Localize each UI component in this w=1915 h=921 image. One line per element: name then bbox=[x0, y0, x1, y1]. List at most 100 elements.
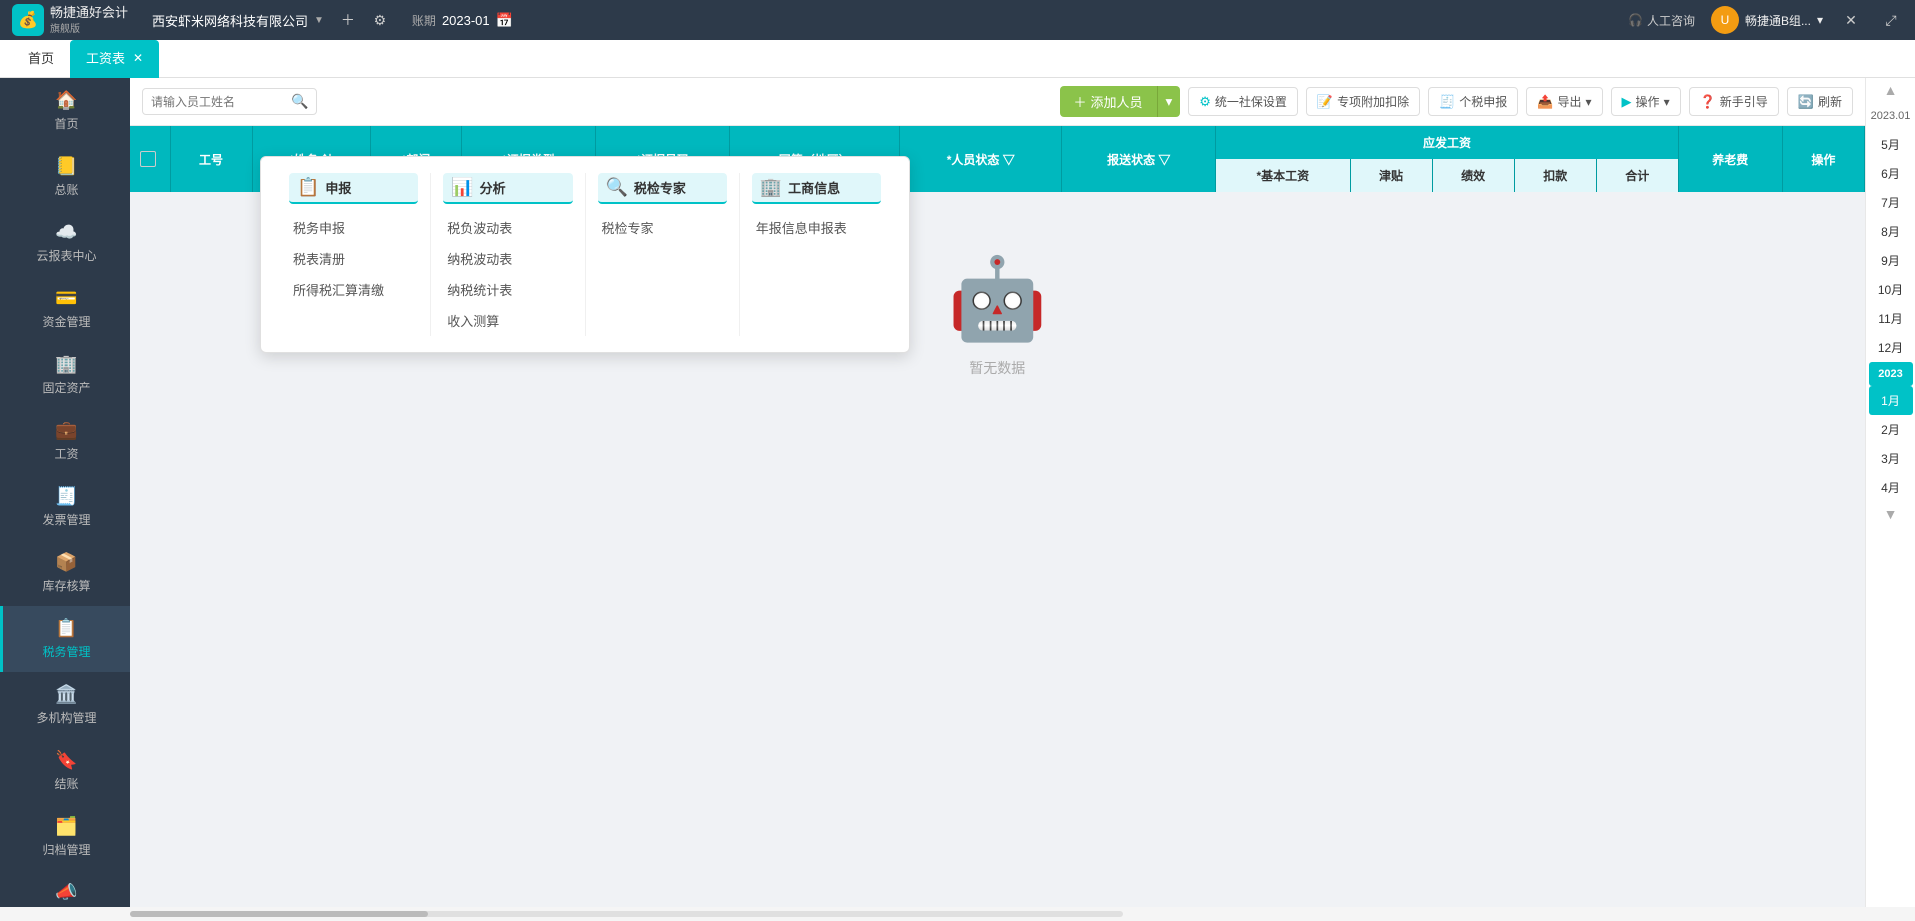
sidebar-item-tax[interactable]: 📋 税务管理 bbox=[0, 606, 130, 672]
menu-item-income-estimate[interactable]: 收入测算 bbox=[443, 305, 572, 336]
top-bar-right: 🎧 人工咨询 U 畅捷通B组... ▾ ✕ ⤢ bbox=[1628, 6, 1903, 34]
sidebar-item-close[interactable]: 🔖 结账 bbox=[0, 738, 130, 804]
cal-month-8[interactable]: 8月 bbox=[1869, 217, 1913, 246]
sidebar-label-home: 首页 bbox=[54, 115, 78, 132]
search-wrap[interactable]: 🔍 bbox=[142, 88, 317, 115]
tab-bar: 首页 工资表 ✕ bbox=[0, 40, 1915, 78]
sidebar-item-fund[interactable]: 💳 资金管理 bbox=[0, 276, 130, 342]
cal-nav-up[interactable]: ▲ bbox=[1879, 78, 1903, 102]
guide-button[interactable]: ❓ 新手引导 bbox=[1689, 87, 1779, 116]
sidebar-item-salary[interactable]: 💼 工资 bbox=[0, 408, 130, 474]
col-operation: 操作 bbox=[1782, 126, 1864, 192]
business-header-icon: 🏢 bbox=[760, 177, 782, 198]
operation-button[interactable]: ▶ 操作 ▾ bbox=[1611, 87, 1681, 116]
search-input[interactable] bbox=[151, 95, 291, 109]
cal-month-10[interactable]: 10月 bbox=[1869, 275, 1913, 304]
special-deduction-icon: 📝 bbox=[1317, 94, 1333, 110]
sidebar-item-cloud[interactable]: ☁️ 云报表中心 bbox=[0, 210, 130, 276]
cal-month-2[interactable]: 2月 bbox=[1869, 415, 1913, 444]
close-icon[interactable]: ✕ bbox=[1839, 8, 1863, 32]
sidebar-item-asset[interactable]: 🏢 固定资产 bbox=[0, 342, 130, 408]
cal-nav-down[interactable]: ▼ bbox=[1879, 502, 1903, 526]
social-insurance-button[interactable]: ⚙ 统一社保设置 bbox=[1188, 87, 1298, 116]
search-icon: 🔍 bbox=[291, 93, 308, 110]
menu-item-tax-fluctuation[interactable]: 纳税波动表 bbox=[443, 243, 572, 274]
calendar-icon[interactable]: 📅 bbox=[496, 12, 513, 29]
cal-month-6[interactable]: 6月 bbox=[1869, 159, 1913, 188]
cal-month-1[interactable]: 1月 bbox=[1869, 386, 1913, 415]
menu-item-annual-report[interactable]: 年报信息申报表 bbox=[752, 212, 881, 243]
multi-icon: 🏛️ bbox=[55, 684, 77, 705]
refresh-button[interactable]: 🔄 刷新 bbox=[1787, 87, 1853, 116]
menu-item-tax-report[interactable]: 税务申报 bbox=[289, 212, 418, 243]
sidebar-item-ledger[interactable]: 📒 总账 bbox=[0, 144, 130, 210]
company-name: 西安虾米网络科技有限公司 bbox=[152, 11, 308, 30]
operation-label: 操作 bbox=[1636, 93, 1660, 110]
settings-icon[interactable]: ⚙ bbox=[368, 8, 392, 32]
horizontal-scrollbar[interactable] bbox=[130, 911, 1123, 917]
check-all-box[interactable] bbox=[140, 151, 156, 167]
cal-month-11[interactable]: 11月 bbox=[1869, 304, 1913, 333]
company-chevron-icon: ▼ bbox=[314, 15, 324, 26]
menu-item-tax-table[interactable]: 税表清册 bbox=[289, 243, 418, 274]
service-button[interactable]: 🎧 人工咨询 bbox=[1628, 12, 1695, 29]
sidebar-label-fund: 资金管理 bbox=[42, 313, 90, 330]
archive-icon: 🗂️ bbox=[55, 816, 77, 837]
cal-month-5[interactable]: 5月 bbox=[1869, 130, 1913, 159]
operation-icon: ▶ bbox=[1622, 94, 1632, 110]
menu-item-expert[interactable]: 税检专家 bbox=[598, 212, 727, 243]
expand-icon[interactable]: ⤢ bbox=[1879, 8, 1903, 32]
business-header-label: 工商信息 bbox=[788, 178, 840, 197]
logo-icon: 💰 bbox=[12, 4, 44, 36]
asset-icon: 🏢 bbox=[55, 354, 77, 375]
cal-month-3[interactable]: 3月 bbox=[1869, 444, 1913, 473]
social-insurance-label: 统一社保设置 bbox=[1215, 93, 1287, 110]
tax-icon: 📋 bbox=[55, 618, 77, 639]
add-person-label: 添加人员 bbox=[1091, 92, 1143, 111]
sidebar-item-archive[interactable]: 🗂️ 归档管理 bbox=[0, 804, 130, 870]
app-name: 畅捷通好会计 bbox=[50, 5, 128, 21]
user-area[interactable]: U 畅捷通B组... ▾ bbox=[1711, 6, 1823, 34]
ledger-icon: 📒 bbox=[55, 156, 77, 177]
add-icon[interactable]: ＋ bbox=[336, 8, 360, 32]
tax-report-button[interactable]: 🧾 个税申报 bbox=[1428, 87, 1518, 116]
sidebar-item-invoice[interactable]: 🧾 发票管理 bbox=[0, 474, 130, 540]
analysis-header-icon: 📊 bbox=[451, 177, 473, 198]
add-person-button[interactable]: ＋ 添加人员 bbox=[1060, 86, 1157, 117]
user-chevron-icon: ▾ bbox=[1817, 13, 1823, 27]
sidebar-item-inventory[interactable]: 📦 库存核算 bbox=[0, 540, 130, 606]
tab-home[interactable]: 首页 bbox=[12, 40, 70, 78]
sidebar-item-expense[interactable]: 📣 小畅报销 bbox=[0, 870, 130, 907]
menu-item-tax-stat[interactable]: 纳税统计表 bbox=[443, 274, 572, 305]
menu-item-tax-burden[interactable]: 税负波动表 bbox=[443, 212, 572, 243]
user-avatar: U bbox=[1711, 6, 1739, 34]
empty-text: 暂无数据 bbox=[969, 358, 1025, 378]
cal-month-9[interactable]: 9月 bbox=[1869, 246, 1913, 275]
cal-month-7[interactable]: 7月 bbox=[1869, 188, 1913, 217]
sidebar-label-ledger: 总账 bbox=[54, 181, 78, 198]
sidebar-item-home[interactable]: 🏠 首页 bbox=[0, 78, 130, 144]
col-deduction: 扣款 bbox=[1514, 159, 1596, 192]
dropdown-col-analysis: 📊 分析 税负波动表 纳税波动表 纳税统计表 收入测算 bbox=[431, 173, 585, 336]
empty-icon: 🤖 bbox=[947, 252, 1047, 346]
export-button[interactable]: 📤 导出 ▾ bbox=[1526, 87, 1602, 116]
special-deduction-button[interactable]: 📝 专项附加扣除 bbox=[1306, 87, 1420, 116]
tab-salary[interactable]: 工资表 ✕ bbox=[70, 40, 159, 78]
company-selector[interactable]: 西安虾米网络科技有限公司 ▼ bbox=[152, 11, 324, 30]
cal-month-4[interactable]: 4月 bbox=[1869, 473, 1913, 502]
invoice-icon: 🧾 bbox=[55, 486, 77, 507]
cal-month-12[interactable]: 12月 bbox=[1869, 333, 1913, 362]
menu-item-income-tax[interactable]: 所得税汇算清缴 bbox=[289, 274, 418, 305]
logo-area: 💰 畅捷通好会计 旗舰版 bbox=[12, 4, 132, 36]
tax-report-icon: 🧾 bbox=[1439, 94, 1455, 110]
operation-chevron-icon: ▾ bbox=[1664, 95, 1670, 109]
report-header-icon: 📋 bbox=[297, 177, 319, 198]
add-person-dropdown-button[interactable]: ▾ bbox=[1157, 86, 1181, 117]
sidebar-label-close: 结账 bbox=[54, 775, 78, 792]
sidebar-item-multi[interactable]: 🏛️ 多机构管理 bbox=[0, 672, 130, 738]
toolbar: 🔍 ＋ 添加人员 ▾ ⚙ 统一社保设置 📝 bbox=[130, 78, 1865, 126]
calendar-sidebar: ▲ 2023.01 5月 6月 7月 8月 9月 10月 11月 12月 202… bbox=[1865, 78, 1915, 907]
export-label: 导出 bbox=[1558, 93, 1582, 110]
tab-close-icon[interactable]: ✕ bbox=[133, 51, 143, 65]
export-icon: 📤 bbox=[1537, 94, 1553, 110]
